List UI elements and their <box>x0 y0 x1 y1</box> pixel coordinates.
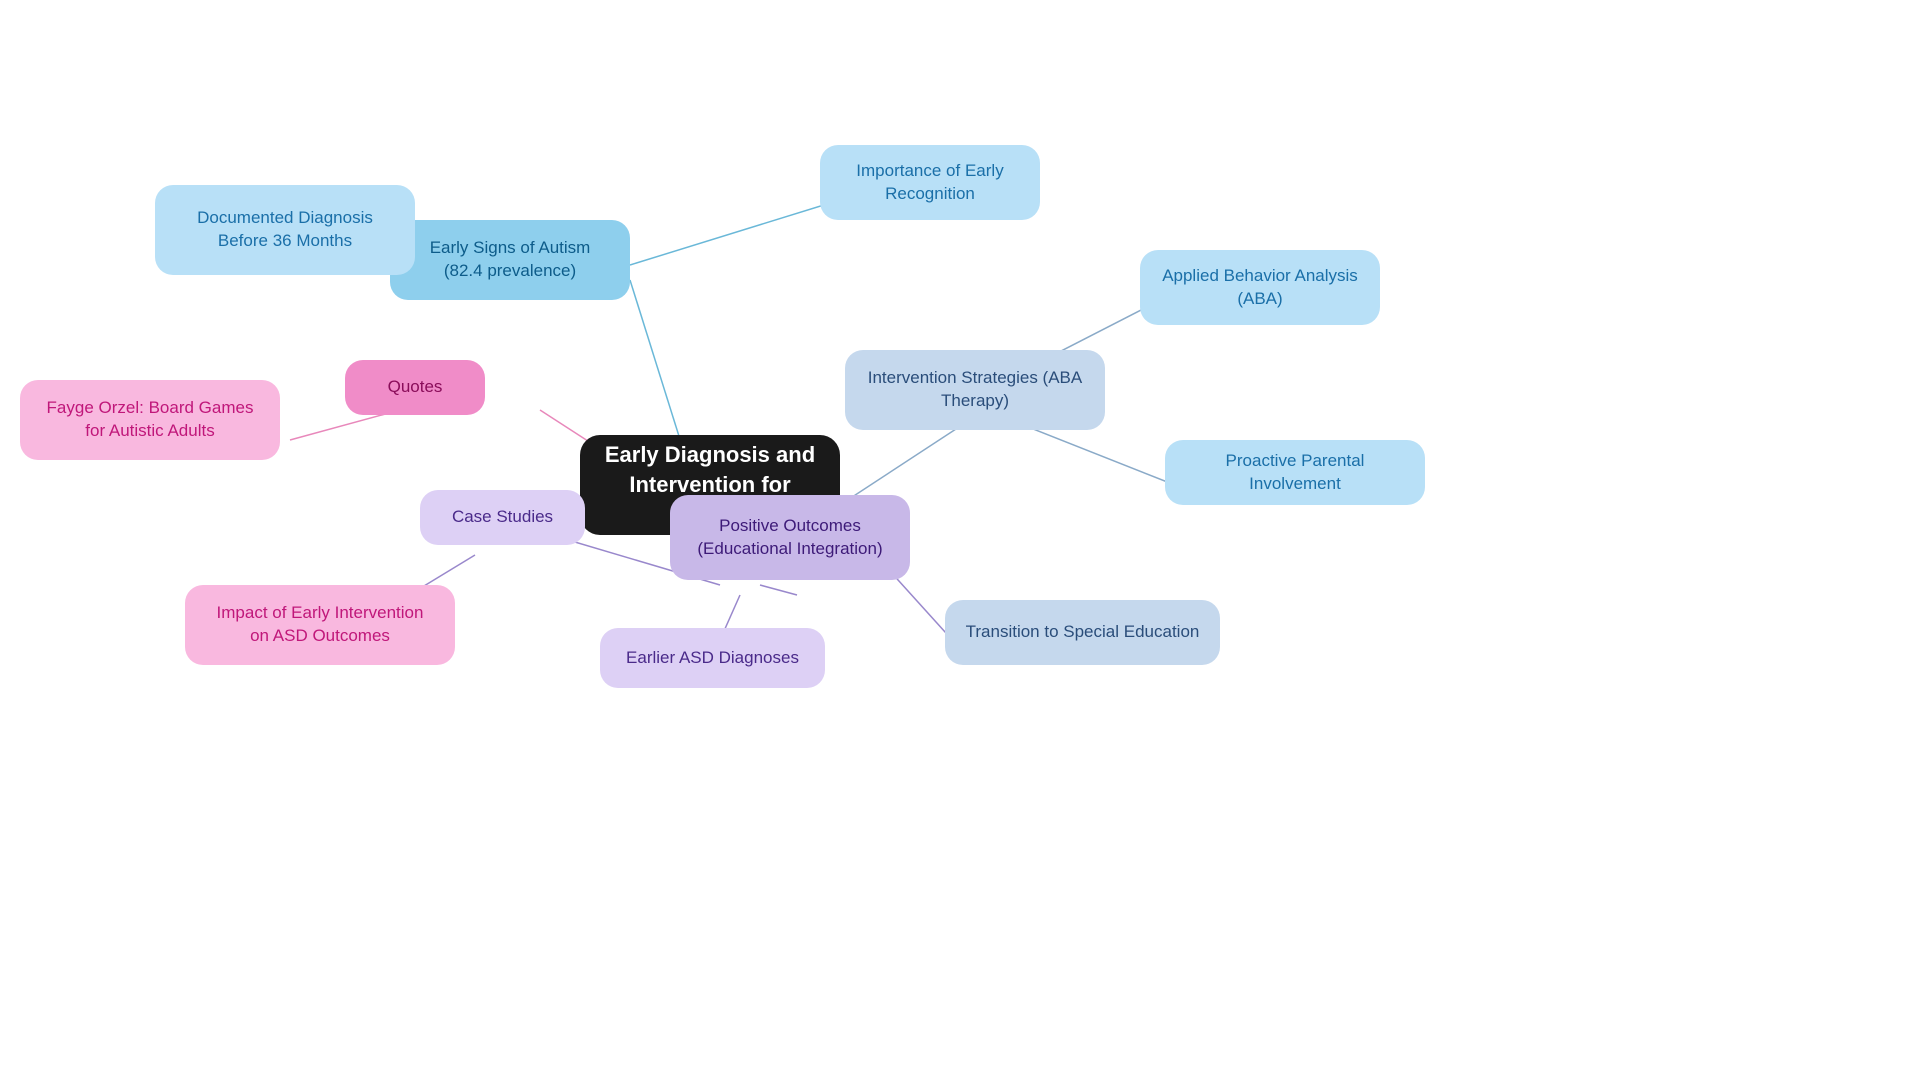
early-signs-node[interactable]: Early Signs of Autism (82.4 prevalence) <box>390 220 630 300</box>
quotes-node[interactable]: Quotes <box>345 360 485 415</box>
importance-recognition-node[interactable]: Importance of Early Recognition <box>820 145 1040 220</box>
earlier-asd-node[interactable]: Earlier ASD Diagnoses <box>600 628 825 688</box>
documented-diagnosis-node[interactable]: Documented Diagnosis Before 36 Months <box>155 185 415 275</box>
fayge-orzel-node[interactable]: Fayge Orzel: Board Games for Autistic Ad… <box>20 380 280 460</box>
proactive-parental-node[interactable]: Proactive Parental Involvement <box>1165 440 1425 505</box>
aba-node[interactable]: Applied Behavior Analysis (ABA) <box>1140 250 1380 325</box>
transition-special-node[interactable]: Transition to Special Education <box>945 600 1220 665</box>
impact-early-node[interactable]: Impact of Early Intervention on ASD Outc… <box>185 585 455 665</box>
positive-outcomes-node[interactable]: Positive Outcomes (Educational Integrati… <box>670 495 910 580</box>
intervention-strategies-node[interactable]: Intervention Strategies (ABA Therapy) <box>845 350 1105 430</box>
case-studies-node[interactable]: Case Studies <box>420 490 585 545</box>
